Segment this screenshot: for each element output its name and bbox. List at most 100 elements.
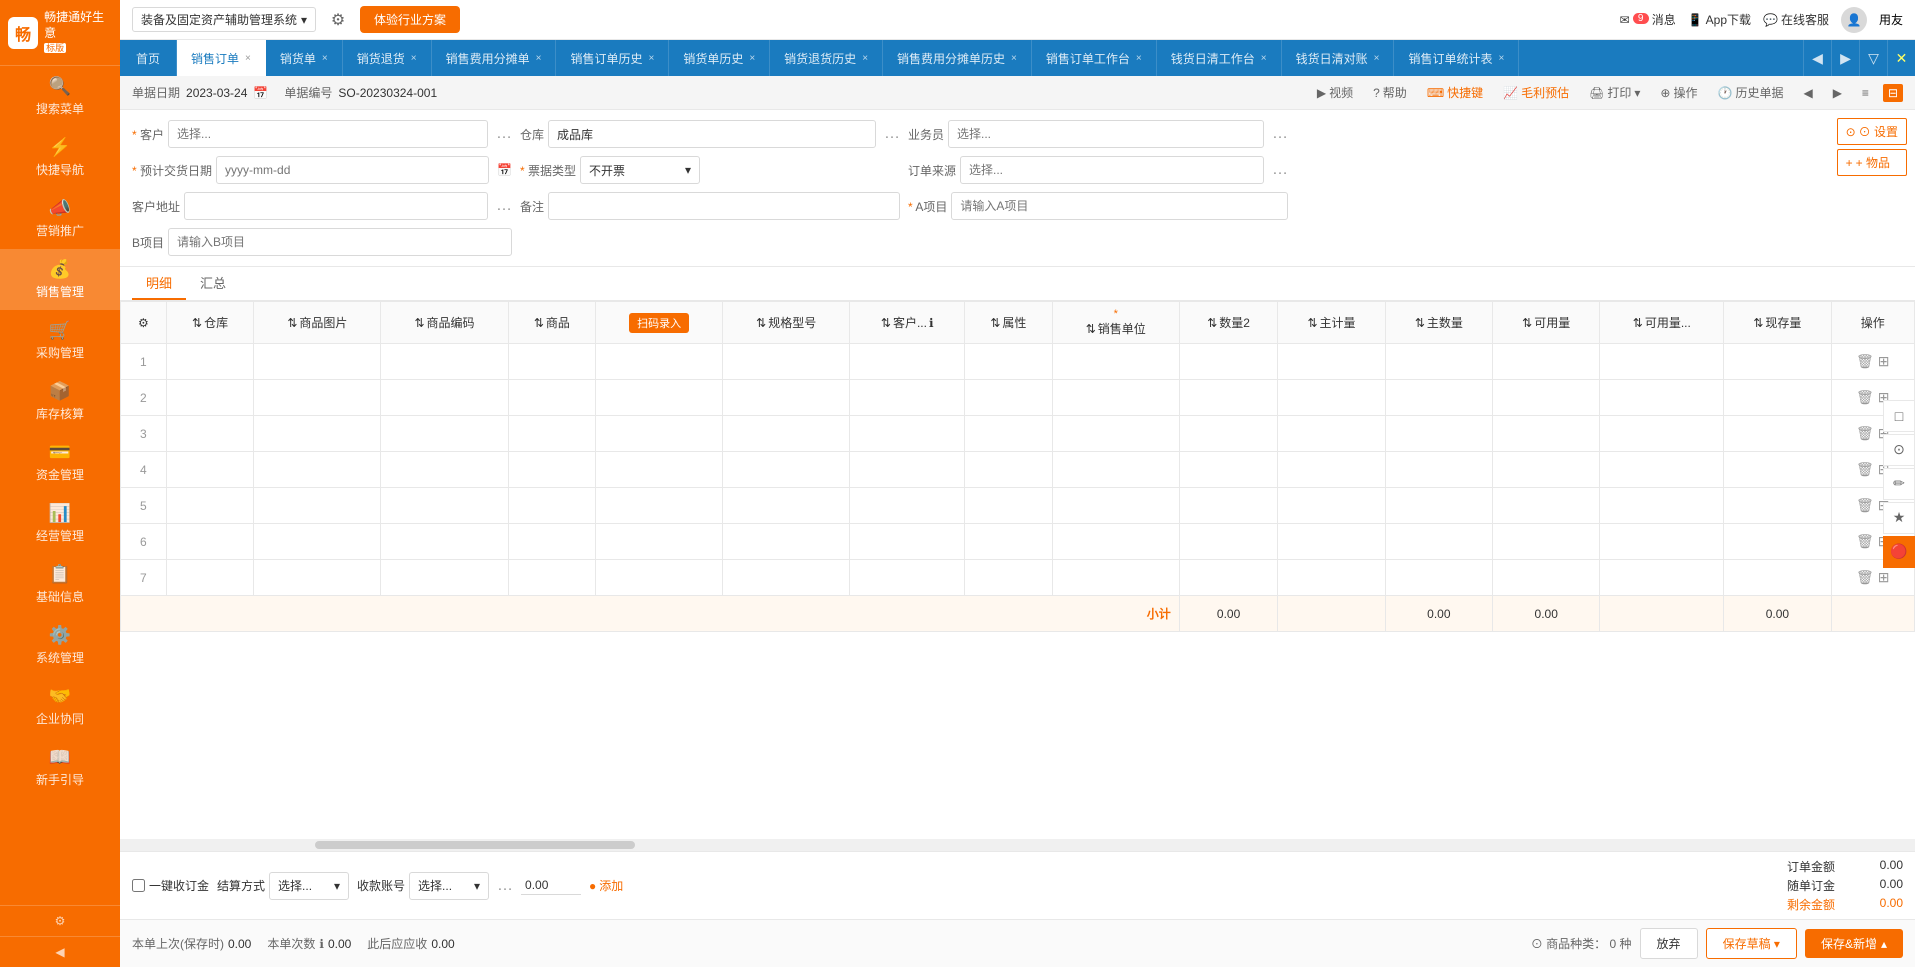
close-tab-7[interactable]: × <box>862 53 868 64</box>
row-qty2-cell[interactable] <box>1179 452 1278 488</box>
col-qty2[interactable]: ⇅数量2 <box>1179 302 1278 344</box>
row-spec-cell[interactable] <box>723 380 850 416</box>
app-download-btn[interactable]: 📱 App下载 <box>1688 11 1751 28</box>
order-source-input[interactable] <box>960 156 1264 184</box>
customer-dots-btn[interactable]: … <box>496 125 512 143</box>
col-main-unit[interactable]: ⇅主计量 <box>1278 302 1385 344</box>
col-stock-qty[interactable]: ⇅现存量 <box>1724 302 1831 344</box>
save-draft-btn[interactable]: 保存草稿 ▾ <box>1706 928 1797 959</box>
row-avail-qty2-cell[interactable] <box>1600 344 1724 380</box>
nav-close-all-btn[interactable]: ✕ <box>1887 40 1915 76</box>
row-copy-btn[interactable]: ⊞ <box>1878 569 1890 586</box>
row-product-cell[interactable] <box>508 488 596 524</box>
row-stock-qty-cell[interactable] <box>1724 380 1831 416</box>
row-main-unit-cell[interactable] <box>1278 560 1385 596</box>
row-delete-btn[interactable]: 🗑 <box>1856 461 1874 478</box>
notification-btn[interactable]: ✉ 9 消息 <box>1620 11 1676 28</box>
tab-reconcile[interactable]: 钱货日清对账 × <box>1282 40 1395 76</box>
row-delete-btn[interactable]: 🗑 <box>1856 569 1874 586</box>
close-tab-8[interactable]: × <box>1011 53 1017 64</box>
pagination-next-btn[interactable]: ▶ <box>1827 84 1848 102</box>
sidebar-item-operations[interactable]: 📊 经营管理 <box>0 493 120 554</box>
operations-btn[interactable]: ⊕ 操作 <box>1654 82 1703 103</box>
order-source-dots-btn[interactable]: … <box>1272 161 1288 179</box>
sidebar-item-enterprise[interactable]: 🤝 企业协同 <box>0 676 120 737</box>
row-product-code-cell[interactable] <box>381 488 508 524</box>
row-main-unit-cell[interactable] <box>1278 380 1385 416</box>
tab-expense-history[interactable]: 销售费用分摊单历史 × <box>883 40 1032 76</box>
staff-dots-btn[interactable]: … <box>1272 125 1288 143</box>
sidebar-item-guide[interactable]: 📖 新手引导 <box>0 737 120 798</box>
form-view-btn[interactable]: ⊟ <box>1883 84 1903 102</box>
col-product[interactable]: ⇅商品 <box>508 302 596 344</box>
row-product-cell[interactable] <box>508 524 596 560</box>
sidebar-item-marketing[interactable]: 📣 营销推广 <box>0 188 120 249</box>
row-stock-qty-cell[interactable] <box>1724 344 1831 380</box>
sidebar-item-inventory[interactable]: 📦 库存核算 <box>0 371 120 432</box>
row-unit-cell[interactable] <box>1052 560 1179 596</box>
row-main-qty-cell[interactable] <box>1385 560 1492 596</box>
row-unit-cell[interactable] <box>1052 344 1179 380</box>
col-spec[interactable]: ⇅规格型号 <box>723 302 850 344</box>
col-settings[interactable]: ⚙ <box>121 302 167 344</box>
row-avail-qty-cell[interactable] <box>1493 488 1600 524</box>
float-btn-5[interactable]: 🔴 <box>1883 536 1915 568</box>
delivery-date-input[interactable] <box>216 156 489 184</box>
staff-input[interactable] <box>948 120 1264 148</box>
row-attr-cell[interactable] <box>965 416 1053 452</box>
row-product-code-cell[interactable] <box>381 416 508 452</box>
row-qty2-cell[interactable] <box>1179 344 1278 380</box>
nav-prev-btn[interactable]: ◀ <box>1803 40 1831 76</box>
row-spec-cell[interactable] <box>723 524 850 560</box>
row-stock-qty-cell[interactable] <box>1724 488 1831 524</box>
settings-side-btn[interactable]: ⊙ ⊙ 设置 <box>1837 118 1907 145</box>
help-btn[interactable]: ? 帮助 <box>1367 82 1413 103</box>
row-delete-btn[interactable]: 🗑 <box>1856 497 1874 514</box>
row-attr-cell[interactable] <box>965 452 1053 488</box>
row-qty2-cell[interactable] <box>1179 524 1278 560</box>
sidebar-item-base[interactable]: 📋 基础信息 <box>0 554 120 615</box>
view-btn[interactable]: ▶ 视频 <box>1311 82 1359 103</box>
row-main-qty-cell[interactable] <box>1385 380 1492 416</box>
tab-summary[interactable]: 汇总 <box>186 267 240 300</box>
row-delete-btn[interactable]: 🗑 <box>1856 389 1874 406</box>
row-avail-qty-cell[interactable] <box>1493 452 1600 488</box>
row-spec-cell[interactable] <box>723 452 850 488</box>
col-main-qty[interactable]: ⇅主数量 <box>1385 302 1492 344</box>
row-avail-qty-cell[interactable] <box>1493 560 1600 596</box>
row-product-code-cell[interactable] <box>381 560 508 596</box>
row-avail-qty-cell[interactable] <box>1493 524 1600 560</box>
close-tab-10[interactable]: × <box>1261 53 1267 64</box>
sidebar-item-system[interactable]: ⚙️ 系统管理 <box>0 615 120 676</box>
row-customer-cell[interactable] <box>850 416 965 452</box>
col-avail-qty[interactable]: ⇅可用量 <box>1493 302 1600 344</box>
account-dots-btn[interactable]: … <box>497 877 513 895</box>
row-product-cell[interactable] <box>508 452 596 488</box>
row-customer-cell[interactable] <box>850 344 965 380</box>
sidebar-settings-btn[interactable]: ⚙ <box>0 905 120 936</box>
row-spec-cell[interactable] <box>723 488 850 524</box>
col-avail-qty2[interactable]: ⇅可用量... <box>1600 302 1724 344</box>
close-tab-11[interactable]: × <box>1374 53 1380 64</box>
close-tab-9[interactable]: × <box>1136 53 1142 64</box>
b-project-input[interactable] <box>168 228 512 256</box>
row-avail-qty-cell[interactable] <box>1493 344 1600 380</box>
row-attr-cell[interactable] <box>965 380 1053 416</box>
row-warehouse-cell[interactable] <box>166 488 254 524</box>
tab-detail[interactable]: 明细 <box>132 267 186 300</box>
row-main-qty-cell[interactable] <box>1385 416 1492 452</box>
row-delete-btn[interactable]: 🗑 <box>1856 353 1874 370</box>
col-attr[interactable]: ⇅属性 <box>965 302 1053 344</box>
row-attr-cell[interactable] <box>965 524 1053 560</box>
quick-settle-checkbox[interactable] <box>132 879 145 892</box>
float-btn-2[interactable]: ⊙ <box>1883 434 1915 466</box>
row-unit-cell[interactable] <box>1052 452 1179 488</box>
tab-return-history[interactable]: 销货单历史 × <box>669 40 770 76</box>
scan-btn[interactable]: 扫码录入 <box>629 313 689 333</box>
tab-order-history[interactable]: 销售订单历史 × <box>556 40 669 76</box>
row-avail-qty2-cell[interactable] <box>1600 452 1724 488</box>
nav-expand-btn[interactable]: ▽ <box>1859 40 1887 76</box>
row-avail-qty2-cell[interactable] <box>1600 380 1724 416</box>
col-product-img[interactable]: ⇅商品图片 <box>254 302 381 344</box>
sidebar-item-quick[interactable]: ⚡ 快捷导航 <box>0 127 120 188</box>
